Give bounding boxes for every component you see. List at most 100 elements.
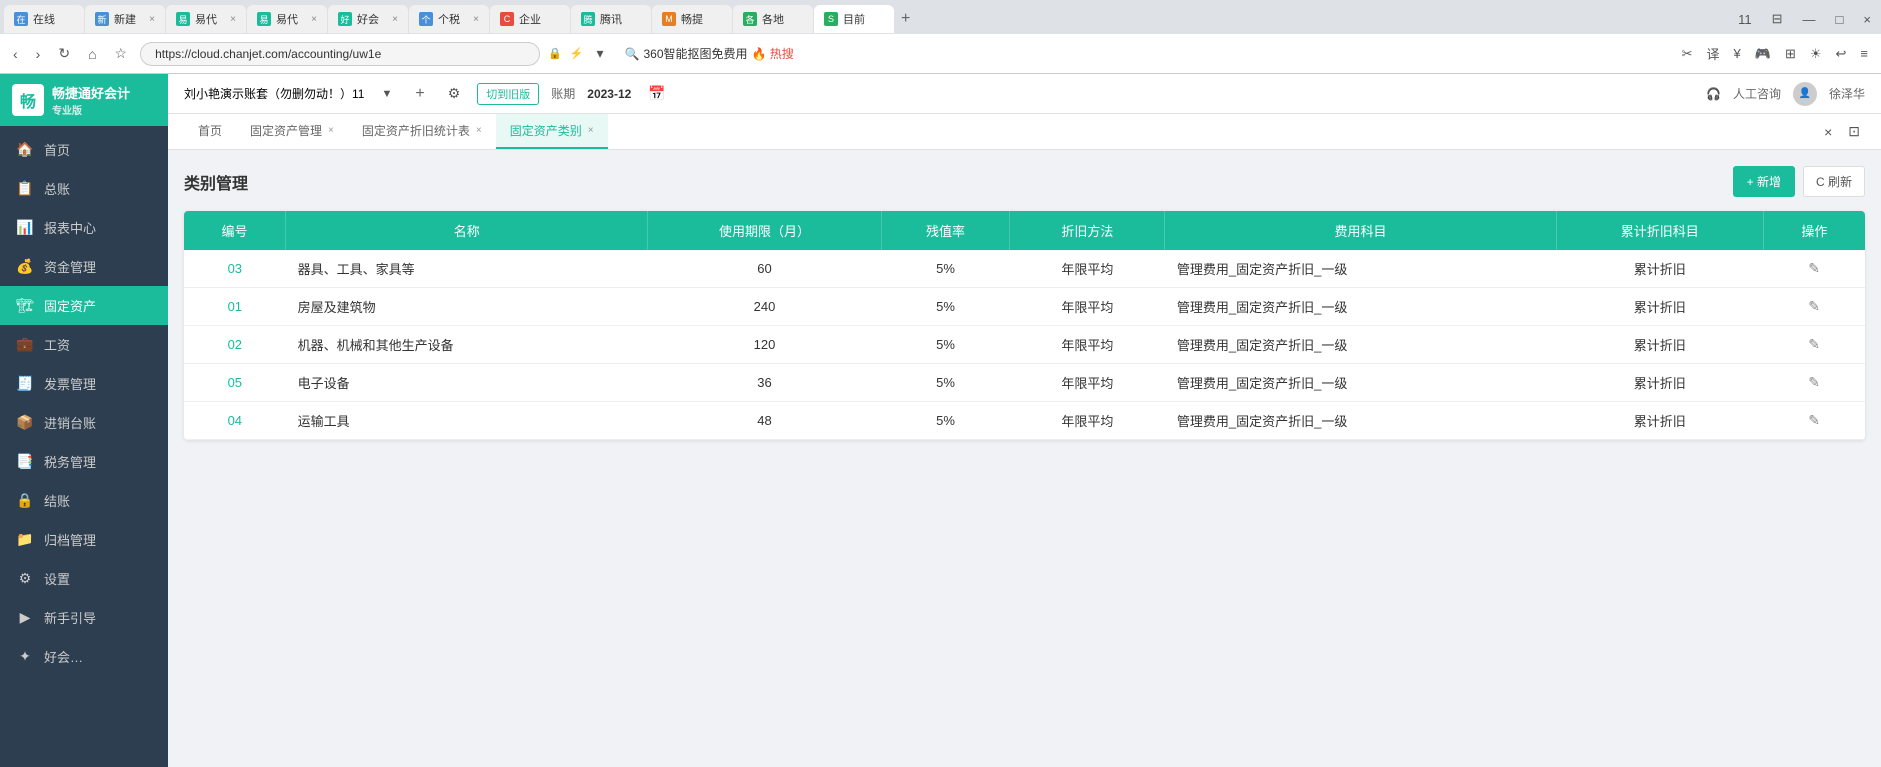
browser-tab-10[interactable]: 各 各地	[733, 5, 813, 33]
calendar-button[interactable]: 📅	[643, 82, 670, 105]
cell-code-1[interactable]: 01	[184, 288, 286, 326]
page-tab-fixed-mgmt[interactable]: 固定资产管理 ×	[236, 114, 348, 149]
tab-list-button[interactable]: ⊟	[1766, 9, 1789, 29]
cut-icon[interactable]: ✂	[1677, 43, 1698, 65]
page-content: 类别管理 + 新增 C 刷新 编号 名称 使用期限（月） 残值率 折旧方法 费用…	[168, 150, 1881, 767]
table-header-row: 编号 名称 使用期限（月） 残值率 折旧方法 费用科目 累计折旧科目 操作	[184, 211, 1865, 250]
home-nav-button[interactable]: ⌂	[83, 43, 101, 65]
sidebar-item-settings[interactable]: ⚙ 设置	[0, 559, 168, 598]
minimize-button[interactable]: —	[1797, 10, 1822, 29]
col-method: 折旧方法	[1010, 211, 1165, 250]
account-expand-button[interactable]: ▼	[376, 85, 397, 103]
back-button[interactable]: ‹	[8, 43, 23, 65]
sidebar-item-settings-label: 设置	[44, 569, 70, 588]
edit-button-4[interactable]: ✎	[1808, 412, 1820, 428]
sidebar-item-fixed[interactable]: 🏗 固定资产	[0, 286, 168, 325]
sidebar-item-home[interactable]: 🏠 首页	[0, 130, 168, 169]
browser-tab-3-close[interactable]: ×	[230, 14, 236, 25]
browser-tab-1[interactable]: 在 在线	[4, 5, 84, 33]
browser-tab-5-close[interactable]: ×	[392, 14, 398, 25]
sidebar-item-more[interactable]: ✦ 好会…	[0, 637, 168, 676]
page-tab-fixed-cat[interactable]: 固定资产类别 ×	[496, 114, 608, 149]
sidebar-item-report[interactable]: 📊 报表中心	[0, 208, 168, 247]
user-avatar: 👤	[1793, 82, 1817, 106]
translate-icon[interactable]: 译	[1702, 41, 1725, 66]
fixed-asset-icon: 🏗	[16, 297, 34, 314]
grid-icon[interactable]: ⊞	[1780, 43, 1801, 65]
menu-button[interactable]: ≡	[1855, 43, 1873, 64]
maximize-button[interactable]: □	[1830, 10, 1850, 29]
page-tab-fixed-mgmt-close[interactable]: ×	[328, 125, 334, 136]
sidebar-item-payroll[interactable]: 💼 工资	[0, 325, 168, 364]
sidebar-item-invoice[interactable]: 🧾 发票管理	[0, 364, 168, 403]
sidebar-item-ledger[interactable]: 📋 总账	[0, 169, 168, 208]
sidebar-item-closing[interactable]: 🔒 结账	[0, 481, 168, 520]
undo-icon[interactable]: ↩	[1831, 43, 1852, 65]
cell-code-3[interactable]: 05	[184, 364, 286, 402]
browser-tab-4[interactable]: 易 易代 ×	[247, 5, 327, 33]
brightness-icon[interactable]: ☀	[1805, 43, 1827, 65]
cell-expense-1: 管理费用_固定资产折旧_一级	[1165, 288, 1556, 326]
report-icon: 📊	[16, 219, 34, 236]
content-maximize-button[interactable]: ⊡	[1843, 120, 1865, 143]
edit-button-3[interactable]: ✎	[1808, 374, 1820, 390]
add-account-button[interactable]: +	[409, 83, 430, 105]
page-tab-fixed-cat-close[interactable]: ×	[588, 125, 594, 136]
currency-icon[interactable]: ¥	[1729, 43, 1746, 64]
edit-button-0[interactable]: ✎	[1808, 260, 1820, 276]
sidebar-logo-icon: 畅	[12, 84, 44, 116]
browser-tab-7-label: 企业	[519, 11, 541, 27]
browser-tab-6-close[interactable]: ×	[473, 14, 479, 25]
browser-tab-5-label: 好会	[357, 11, 379, 27]
cell-code-2[interactable]: 02	[184, 326, 286, 364]
col-accumulated: 累计折旧科目	[1556, 211, 1763, 250]
new-tab-button[interactable]: +	[895, 8, 916, 30]
edit-button-2[interactable]: ✎	[1808, 336, 1820, 352]
close-button[interactable]: ×	[1857, 10, 1877, 29]
page-tab-home[interactable]: 首页	[184, 114, 236, 149]
page-tab-fixed-dep[interactable]: 固定资产折旧统计表 ×	[348, 114, 496, 149]
sidebar-item-guide[interactable]: ▶ 新手引导	[0, 598, 168, 637]
browser-tab-9[interactable]: M 畅提	[652, 5, 732, 33]
switch-version-button[interactable]: 切到旧版	[477, 83, 539, 105]
browser-tab-11[interactable]: S 目前	[814, 5, 894, 33]
cell-name-0: 器具、工具、家具等	[286, 250, 648, 288]
cell-code-4[interactable]: 04	[184, 402, 286, 440]
reload-button[interactable]: ↻	[53, 42, 75, 65]
account-settings-button[interactable]: ⚙	[443, 82, 466, 105]
bookmark-button[interactable]: ☆	[110, 42, 133, 65]
add-button[interactable]: + 新增	[1733, 166, 1795, 197]
forward-button[interactable]: ›	[31, 43, 46, 65]
content-area: 刘小艳演示账套（勿删勿动！）11 ▼ + ⚙ 切到旧版 账期 2023-12 📅…	[168, 74, 1881, 767]
sidebar-item-tax[interactable]: 📑 税务管理	[0, 442, 168, 481]
game-icon[interactable]: 🎮	[1750, 43, 1776, 65]
address-input[interactable]	[140, 42, 540, 66]
cell-code-0[interactable]: 03	[184, 250, 286, 288]
browser-tab-7[interactable]: C 企业	[490, 5, 570, 33]
window-controls: 11 ⊟ — □ ×	[1732, 9, 1877, 29]
page-tab-fixed-mgmt-label: 固定资产管理	[250, 122, 322, 139]
refresh-button[interactable]: C 刷新	[1803, 166, 1865, 197]
browser-tab-2-close[interactable]: ×	[149, 14, 155, 25]
sidebar-item-inventory[interactable]: 📦 进销台账	[0, 403, 168, 442]
sidebar-item-fund-label: 资金管理	[44, 257, 96, 276]
cell-accumulated-4: 累计折旧	[1556, 402, 1763, 440]
content-close-button[interactable]: ×	[1819, 120, 1837, 143]
browser-tab-6[interactable]: 个 个税 ×	[409, 5, 489, 33]
support-label[interactable]: 人工咨询	[1733, 85, 1781, 102]
edit-button-1[interactable]: ✎	[1808, 298, 1820, 314]
browser-tab-3-label: 易代	[195, 11, 217, 27]
user-name: 徐泽华	[1829, 85, 1865, 102]
sidebar-item-archive[interactable]: 📁 归档管理	[0, 520, 168, 559]
cell-residual-3: 5%	[881, 364, 1010, 402]
browser-tab-8[interactable]: 腾 腾讯	[571, 5, 651, 33]
page-tab-fixed-dep-close[interactable]: ×	[476, 125, 482, 136]
sidebar-item-fund[interactable]: 💰 资金管理	[0, 247, 168, 286]
expand-address-button[interactable]: ▾	[592, 42, 609, 65]
browser-tab-4-close[interactable]: ×	[311, 14, 317, 25]
browser-tab-5[interactable]: 好 好会 ×	[328, 5, 408, 33]
cell-expense-4: 管理费用_固定资产折旧_一级	[1165, 402, 1556, 440]
browser-tab-2[interactable]: 新 新建 ×	[85, 5, 165, 33]
tab-count-badge[interactable]: 11	[1732, 10, 1758, 29]
browser-tab-3[interactable]: 易 易代 ×	[166, 5, 246, 33]
